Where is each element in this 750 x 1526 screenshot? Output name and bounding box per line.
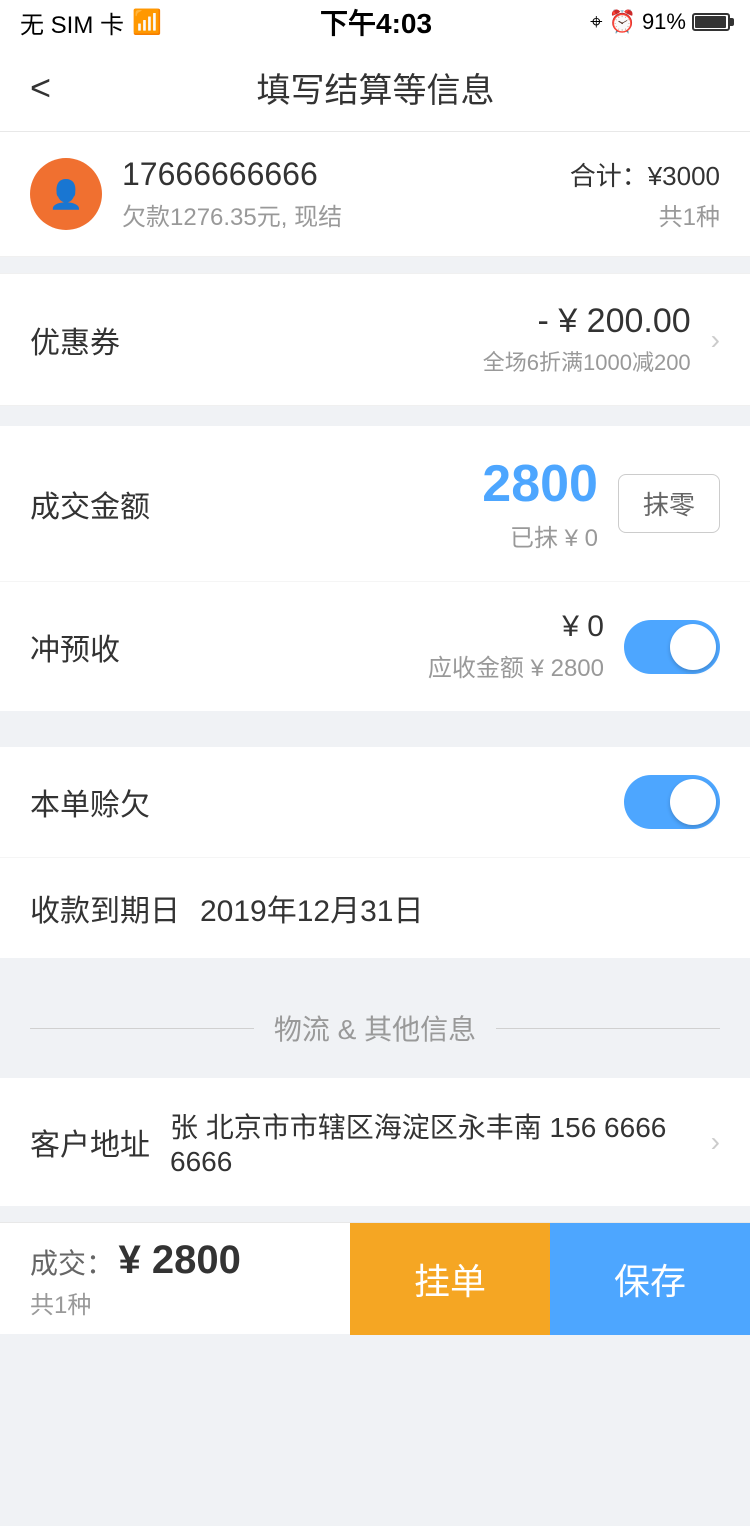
- credit-row: 本单赊欠: [0, 747, 750, 857]
- logistics-label: 物流 & 其他信息: [274, 1008, 476, 1048]
- avatar-icon: 👤: [49, 178, 84, 211]
- logistics-section-header: 物流 & 其他信息: [0, 978, 750, 1078]
- customer-right: 合计：¥3000 共1种: [570, 156, 720, 232]
- deal-amount: 2800: [482, 454, 598, 514]
- bottom-deal-label: 成交：: [30, 1248, 114, 1279]
- prepay-label: 冲预收: [30, 625, 120, 669]
- status-time: 下午4:03: [320, 2, 432, 42]
- prepay-amount: ¥ 0: [428, 610, 604, 644]
- coupon-amount: - ¥ 200.00: [483, 302, 691, 341]
- prepay-toggle[interactable]: [624, 620, 720, 674]
- coupon-text-block: - ¥ 200.00 全场6折满1000减200: [483, 302, 691, 377]
- duedate-row: 收款到期日 2019年12月31日: [0, 857, 750, 958]
- coupon-arrow-icon: ›: [711, 324, 720, 356]
- page-title: 填写结算等信息: [71, 63, 680, 112]
- address-value: 张 北京市市辖区海淀区永丰南 156 6666 6666: [150, 1106, 711, 1178]
- credit-label: 本单赊欠: [30, 780, 150, 824]
- divider-2: [0, 711, 750, 731]
- avatar: 👤: [30, 158, 102, 230]
- divider-3: [0, 958, 750, 978]
- prepay-row: 冲预收 ¥ 0 应收金额 ¥ 2800: [0, 582, 750, 711]
- address-row[interactable]: 客户地址 张 北京市市辖区海淀区永丰南 156 6666 6666 ›: [0, 1078, 750, 1206]
- bottom-info: 成交： ¥ 2800 共1种: [0, 1238, 350, 1320]
- divider-1: [0, 406, 750, 426]
- bottom-bar: 成交： ¥ 2800 共1种 挂单 保存: [0, 1222, 750, 1334]
- deal-section: 成交金额 2800 已抹 ¥ 0 抹零 冲预收 ¥ 0 应收金额 ¥ 2800: [0, 426, 750, 711]
- customer-info: 17666666666 欠款1276.35元, 现结: [122, 156, 342, 232]
- pending-button[interactable]: 挂单: [350, 1223, 550, 1335]
- total-count: 共1种: [570, 197, 720, 232]
- deal-amount-row: 成交金额 2800 已抹 ¥ 0 抹零: [0, 426, 750, 582]
- prepay-right: ¥ 0 应收金额 ¥ 2800: [428, 610, 720, 683]
- alarm-icon: ⏰: [609, 9, 636, 35]
- coupon-label: 优惠券: [30, 318, 120, 362]
- bottom-count: 共1种: [30, 1285, 320, 1320]
- total-label: 合计：¥3000: [570, 156, 720, 193]
- credit-toggle[interactable]: [624, 775, 720, 829]
- save-button[interactable]: 保存: [550, 1223, 750, 1335]
- customer-debt: 欠款1276.35元, 现结: [122, 197, 342, 232]
- deal-label: 成交金额: [30, 482, 150, 526]
- credit-toggle-knob: [670, 779, 716, 825]
- coupon-right: - ¥ 200.00 全场6折满1000减200 ›: [483, 302, 720, 377]
- deal-amount-block: 2800 已抹 ¥ 0: [482, 454, 598, 553]
- back-button[interactable]: <: [30, 67, 71, 109]
- nav-bar: < 填写结算等信息: [0, 44, 750, 132]
- status-right: ⌖ ⏰ 91%: [590, 9, 730, 35]
- wifi-icon: 📶: [132, 8, 162, 37]
- round-zero-button[interactable]: 抹零: [618, 474, 720, 533]
- status-bar: 无 SIM 卡 📶 下午4:03 ⌖ ⏰ 91%: [0, 0, 750, 44]
- bottom-amount: ¥ 2800: [118, 1238, 240, 1282]
- deal-right: 2800 已抹 ¥ 0 抹零: [482, 454, 720, 553]
- location-icon: ⌖: [590, 9, 602, 35]
- battery-percent: 91%: [642, 9, 686, 35]
- carrier-text: 无 SIM 卡: [20, 5, 124, 40]
- prepay-sub: 应收金额 ¥ 2800: [428, 648, 604, 683]
- duedate-value: 2019年12月31日: [200, 886, 423, 930]
- coupon-desc: 全场6折满1000减200: [483, 345, 691, 377]
- customer-card: 👤 17666666666 欠款1276.35元, 现结 合计：¥3000 共1…: [0, 132, 750, 257]
- status-left: 无 SIM 卡 📶: [20, 5, 162, 40]
- customer-left: 👤 17666666666 欠款1276.35元, 现结: [30, 156, 342, 232]
- bottom-deal-row: 成交： ¥ 2800: [30, 1238, 320, 1283]
- header-line-right: [496, 1028, 720, 1029]
- address-label: 客户地址: [30, 1120, 150, 1164]
- header-line-left: [30, 1028, 254, 1029]
- customer-phone: 17666666666: [122, 156, 342, 193]
- duedate-label: 收款到期日: [30, 886, 180, 930]
- address-arrow-icon: ›: [711, 1126, 720, 1158]
- coupon-row[interactable]: 优惠券 - ¥ 200.00 全场6折满1000减200 ›: [0, 273, 750, 406]
- toggle-knob: [670, 624, 716, 670]
- prepay-amount-block: ¥ 0 应收金额 ¥ 2800: [428, 610, 604, 683]
- battery-icon: [692, 13, 730, 31]
- deal-sub: 已抹 ¥ 0: [482, 518, 598, 553]
